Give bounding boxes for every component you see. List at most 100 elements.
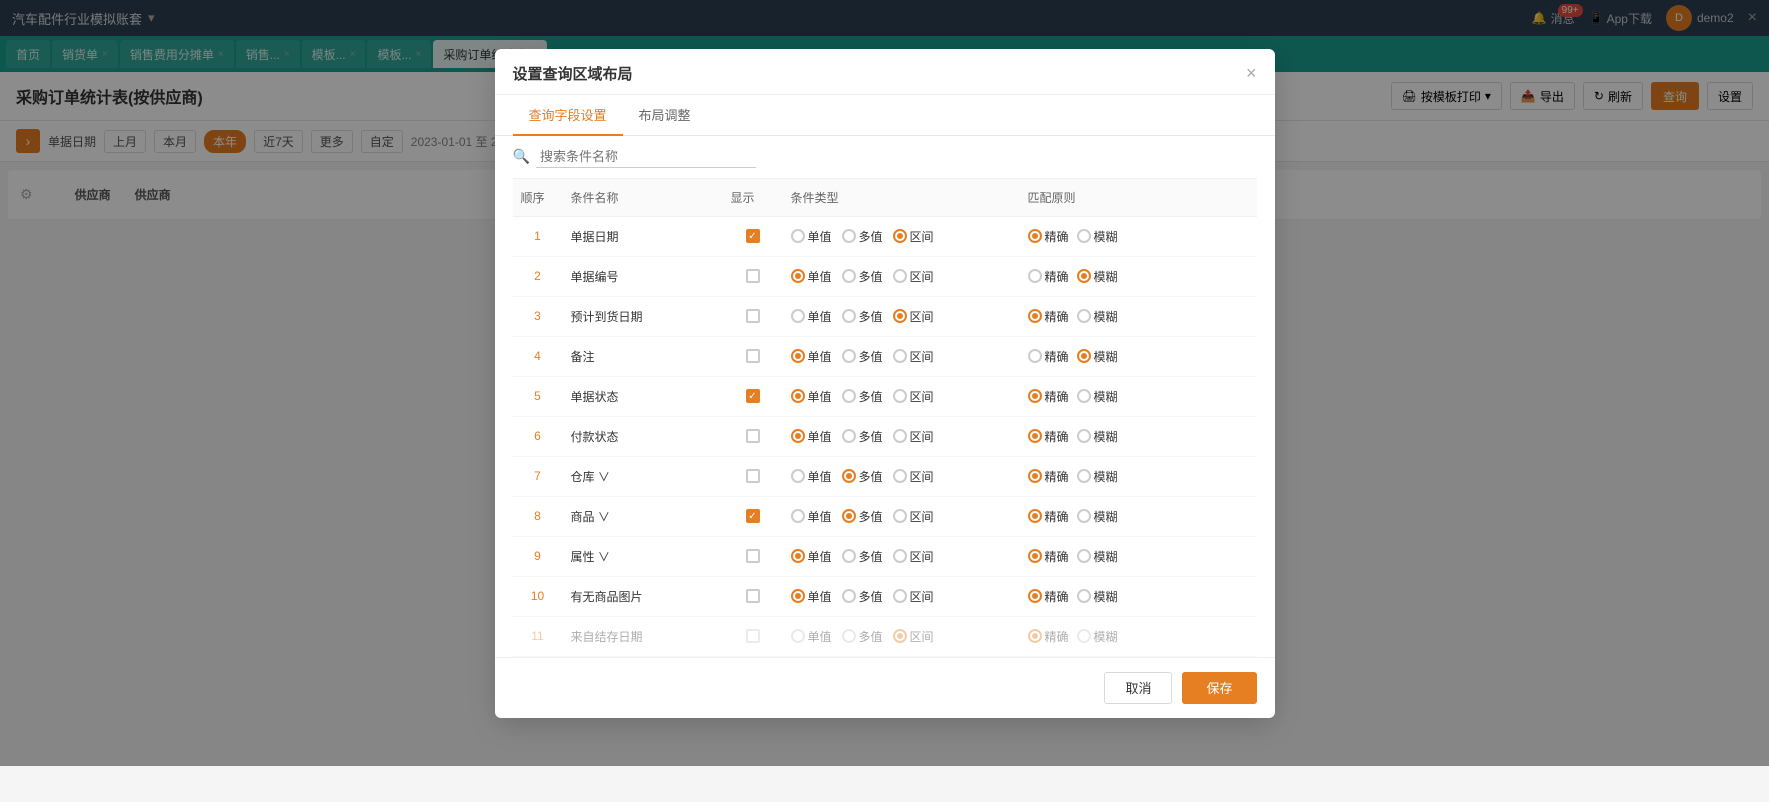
display-checkbox-8[interactable]	[746, 549, 760, 563]
modal-table-row: 4 备注 单值 多值 区间 精确 模糊	[513, 337, 1257, 377]
row-match-9: 精确 模糊	[1020, 582, 1257, 611]
radio-type_range-6[interactable]: 区间	[893, 468, 934, 485]
radio-type_range-8[interactable]: 区间	[893, 548, 934, 565]
row-display-7[interactable]: ✓	[723, 503, 783, 529]
radio-type_single-8[interactable]: 单值	[791, 548, 832, 565]
col-match-header: 匹配原则	[1020, 185, 1257, 210]
row-display-2[interactable]	[723, 303, 783, 329]
display-checkbox-3[interactable]	[746, 349, 760, 363]
radio-type_multi-5[interactable]: 多值	[842, 428, 883, 445]
radio-type_multi-6[interactable]: 多值	[842, 468, 883, 485]
radio-type_multi-3[interactable]: 多值	[842, 348, 883, 365]
radio-type_range-4[interactable]: 区间	[893, 388, 934, 405]
radio-type_multi-4[interactable]: 多值	[842, 388, 883, 405]
row-match-4: 精确 模糊	[1020, 382, 1257, 411]
radio-type_range-9[interactable]: 区间	[893, 588, 934, 605]
radio-match_fuzzy-9[interactable]: 模糊	[1077, 588, 1118, 605]
radio-type_single-0[interactable]: 单值	[791, 228, 832, 245]
row-display-10[interactable]	[723, 623, 783, 649]
radio-match_fuzzy-0[interactable]: 模糊	[1077, 228, 1118, 245]
radio-type_multi-0[interactable]: 多值	[842, 228, 883, 245]
radio-match_exact-10[interactable]: 精确	[1028, 628, 1069, 645]
radio-match_exact-6[interactable]: 精确	[1028, 468, 1069, 485]
radio-type_single-10[interactable]: 单值	[791, 628, 832, 645]
radio-type_multi-2[interactable]: 多值	[842, 308, 883, 325]
radio-match_exact-8[interactable]: 精确	[1028, 548, 1069, 565]
row-display-3[interactable]	[723, 343, 783, 369]
row-display-1[interactable]	[723, 263, 783, 289]
modal-table: 顺序 条件名称 显示 条件类型 匹配原则 1 单据日期 ✓ 单值 多值 区间 精…	[495, 178, 1275, 657]
radio-match_exact-1[interactable]: 精确	[1028, 268, 1069, 285]
row-display-4[interactable]: ✓	[723, 383, 783, 409]
display-checkbox-1[interactable]	[746, 269, 760, 283]
row-type-1: 单值 多值 区间	[783, 262, 1020, 291]
row-match-8: 精确 模糊	[1020, 542, 1257, 571]
row-display-8[interactable]	[723, 543, 783, 569]
radio-type_single-9[interactable]: 单值	[791, 588, 832, 605]
display-checkbox-2[interactable]	[746, 309, 760, 323]
modal-tab-query[interactable]: 查询字段设置	[513, 95, 623, 136]
radio-match_exact-4[interactable]: 精确	[1028, 388, 1069, 405]
radio-type_multi-9[interactable]: 多值	[842, 588, 883, 605]
search-icon: 🔍	[513, 148, 530, 165]
radio-match_exact-5[interactable]: 精确	[1028, 428, 1069, 445]
display-checkbox-4[interactable]: ✓	[746, 389, 760, 403]
radio-type_multi-7[interactable]: 多值	[842, 508, 883, 525]
row-display-5[interactable]	[723, 423, 783, 449]
radio-match_exact-0[interactable]: 精确	[1028, 228, 1069, 245]
radio-match_fuzzy-8[interactable]: 模糊	[1077, 548, 1118, 565]
row-name-9: 有无商品图片	[563, 582, 723, 611]
display-checkbox-7[interactable]: ✓	[746, 509, 760, 523]
radio-type_range-10[interactable]: 区间	[893, 628, 934, 645]
row-display-6[interactable]	[723, 463, 783, 489]
radio-match_fuzzy-3[interactable]: 模糊	[1077, 348, 1118, 365]
modal-table-row: 5 单据状态 ✓ 单值 多值 区间 精确 模糊	[513, 377, 1257, 417]
row-display-0[interactable]: ✓	[723, 223, 783, 249]
radio-type_single-2[interactable]: 单值	[791, 308, 832, 325]
display-checkbox-10[interactable]	[746, 629, 760, 643]
modal-table-row: 8 商品 ∨ ✓ 单值 多值 区间 精确 模糊	[513, 497, 1257, 537]
radio-match_fuzzy-10[interactable]: 模糊	[1077, 628, 1118, 645]
row-display-9[interactable]	[723, 583, 783, 609]
radio-match_exact-7[interactable]: 精确	[1028, 508, 1069, 525]
row-match-3: 精确 模糊	[1020, 342, 1257, 371]
modal-rows-container: 1 单据日期 ✓ 单值 多值 区间 精确 模糊 2 单据编号 单值	[513, 217, 1257, 657]
display-checkbox-6[interactable]	[746, 469, 760, 483]
display-checkbox-5[interactable]	[746, 429, 760, 443]
modal-table-row: 2 单据编号 单值 多值 区间 精确 模糊	[513, 257, 1257, 297]
radio-type_multi-1[interactable]: 多值	[842, 268, 883, 285]
radio-type_range-7[interactable]: 区间	[893, 508, 934, 525]
radio-type_range-1[interactable]: 区间	[893, 268, 934, 285]
radio-match_fuzzy-7[interactable]: 模糊	[1077, 508, 1118, 525]
modal-tab-layout[interactable]: 布局调整	[623, 95, 707, 136]
cancel-button[interactable]: 取消	[1104, 672, 1172, 704]
modal-close-button[interactable]: ×	[1246, 63, 1257, 84]
radio-match_fuzzy-5[interactable]: 模糊	[1077, 428, 1118, 445]
radio-match_fuzzy-6[interactable]: 模糊	[1077, 468, 1118, 485]
radio-match_fuzzy-2[interactable]: 模糊	[1077, 308, 1118, 325]
radio-type_single-1[interactable]: 单值	[791, 268, 832, 285]
radio-type_single-4[interactable]: 单值	[791, 388, 832, 405]
radio-type_range-2[interactable]: 区间	[893, 308, 934, 325]
radio-match_fuzzy-4[interactable]: 模糊	[1077, 388, 1118, 405]
radio-type_multi-10[interactable]: 多值	[842, 628, 883, 645]
search-input[interactable]	[536, 146, 756, 168]
col-order-header: 顺序	[513, 185, 563, 210]
radio-type_single-5[interactable]: 单值	[791, 428, 832, 445]
radio-match_exact-3[interactable]: 精确	[1028, 348, 1069, 365]
radio-type_range-5[interactable]: 区间	[893, 428, 934, 445]
radio-type_range-0[interactable]: 区间	[893, 228, 934, 245]
radio-type_multi-8[interactable]: 多值	[842, 548, 883, 565]
radio-match_exact-9[interactable]: 精确	[1028, 588, 1069, 605]
radio-match_fuzzy-1[interactable]: 模糊	[1077, 268, 1118, 285]
display-checkbox-0[interactable]: ✓	[746, 229, 760, 243]
row-order-3: 4	[513, 343, 563, 369]
radio-type_range-3[interactable]: 区间	[893, 348, 934, 365]
row-type-10: 单值 多值 区间	[783, 622, 1020, 651]
radio-type_single-6[interactable]: 单值	[791, 468, 832, 485]
radio-match_exact-2[interactable]: 精确	[1028, 308, 1069, 325]
radio-type_single-3[interactable]: 单值	[791, 348, 832, 365]
save-button[interactable]: 保存	[1182, 672, 1256, 704]
radio-type_single-7[interactable]: 单值	[791, 508, 832, 525]
display-checkbox-9[interactable]	[746, 589, 760, 603]
